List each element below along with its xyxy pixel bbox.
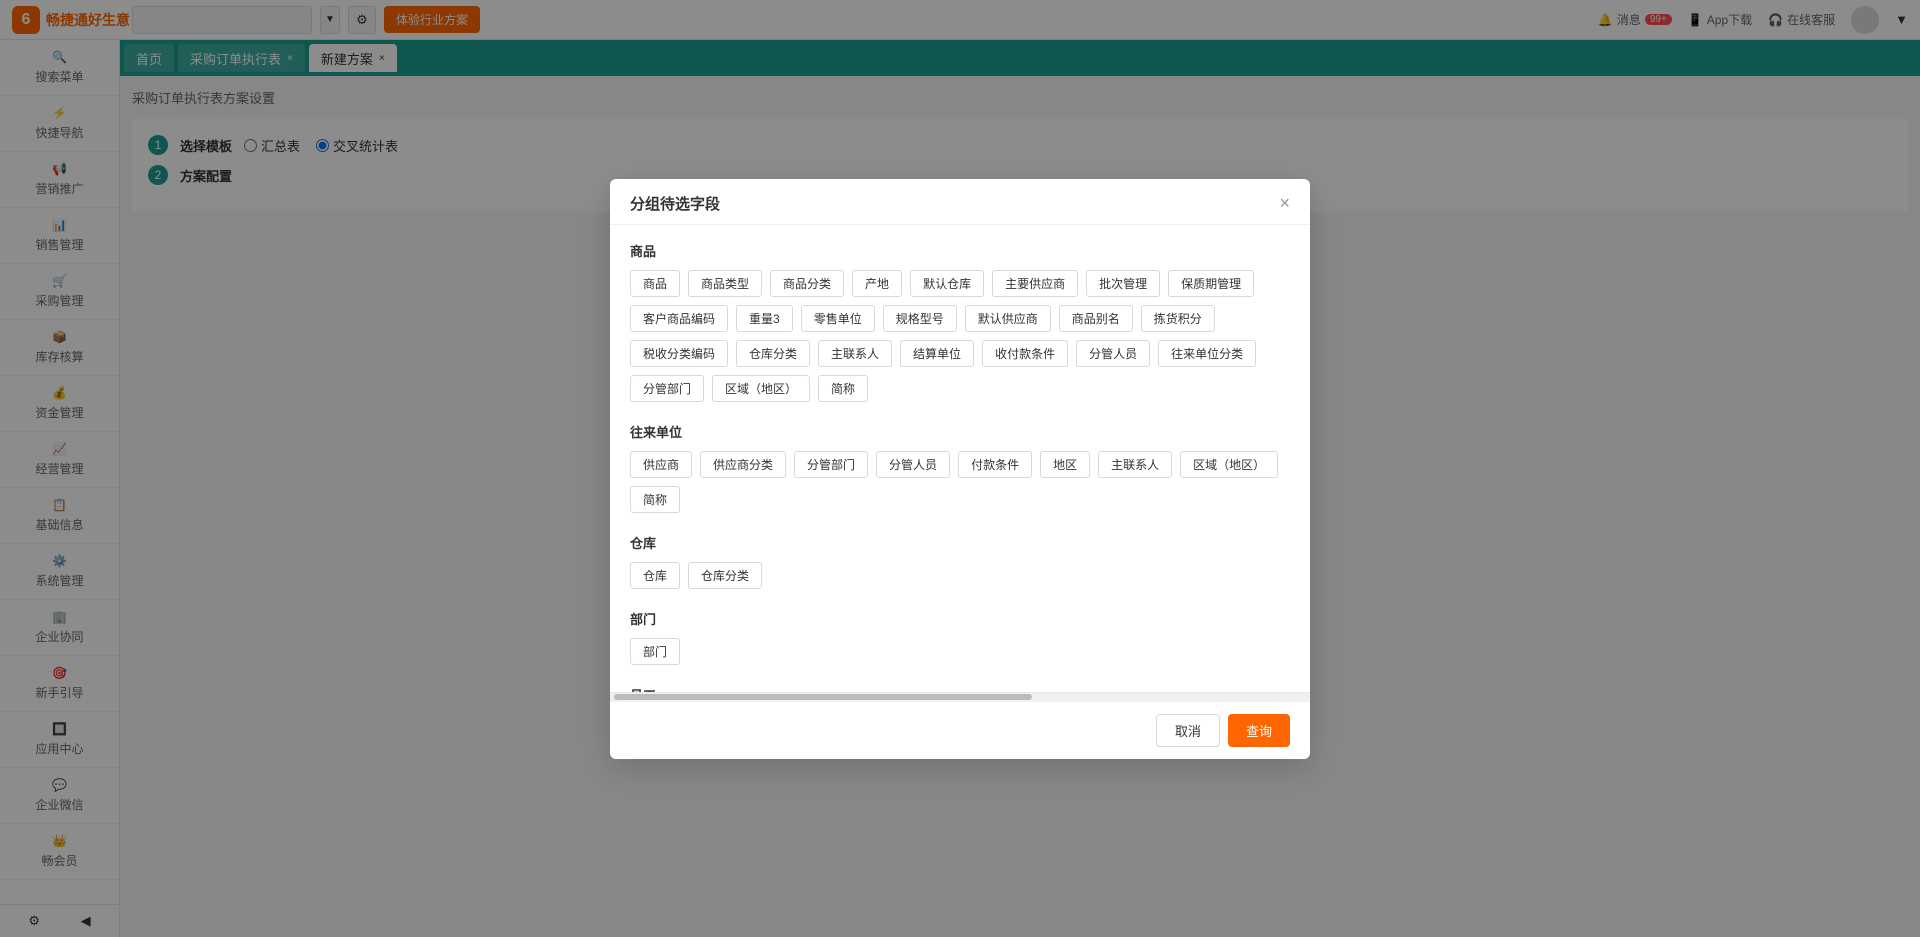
field-tag[interactable]: 保质期管理: [1168, 270, 1254, 297]
field-tag[interactable]: 税收分类编码: [630, 340, 728, 367]
field-tag[interactable]: 批次管理: [1086, 270, 1160, 297]
modal-hscroll[interactable]: [610, 692, 1310, 700]
field-tag[interactable]: 主联系人: [1098, 451, 1172, 478]
section-warehouse: 仓库 仓库仓库分类: [630, 533, 1290, 589]
field-tag[interactable]: 供应商: [630, 451, 692, 478]
field-tag[interactable]: 重量3: [736, 305, 793, 332]
field-tag[interactable]: 商品别名: [1059, 305, 1133, 332]
field-tag[interactable]: 仓库: [630, 562, 680, 589]
section-warehouse-tags: 仓库仓库分类: [630, 562, 1290, 589]
field-tag[interactable]: 默认仓库: [910, 270, 984, 297]
field-tag[interactable]: 付款条件: [958, 451, 1032, 478]
field-tag[interactable]: 主联系人: [818, 340, 892, 367]
modal-header: 分组待选字段 ×: [610, 179, 1310, 225]
field-tag[interactable]: 分管部门: [794, 451, 868, 478]
section-department: 部门 部门: [630, 609, 1290, 665]
section-warehouse-title: 仓库: [630, 533, 1290, 552]
section-employee-title: 员工: [630, 685, 1290, 693]
modal-body: 商品 商品商品类型商品分类产地默认仓库主要供应商批次管理保质期管理客户商品编码重…: [610, 225, 1310, 693]
field-tag[interactable]: 简称: [818, 375, 868, 402]
field-tag[interactable]: 产地: [852, 270, 902, 297]
field-tag[interactable]: 拣货积分: [1141, 305, 1215, 332]
field-tag[interactable]: 分管部门: [630, 375, 704, 402]
field-tag[interactable]: 结算单位: [900, 340, 974, 367]
field-tag[interactable]: 区域（地区）: [712, 375, 810, 402]
section-employee: 员工 业务员: [630, 685, 1290, 693]
section-product-tags: 商品商品类型商品分类产地默认仓库主要供应商批次管理保质期管理客户商品编码重量3 零…: [630, 270, 1290, 402]
section-department-title: 部门: [630, 609, 1290, 628]
field-tag[interactable]: 商品分类: [770, 270, 844, 297]
field-tag[interactable]: 分管人员: [1076, 340, 1150, 367]
section-partner-title: 往来单位: [630, 422, 1290, 441]
field-tag[interactable]: 商品: [630, 270, 680, 297]
field-select-modal: 分组待选字段 × 商品 商品商品类型商品分类产地默认仓库主要供应商批次管理保质期…: [610, 179, 1310, 759]
field-tag[interactable]: 供应商分类: [700, 451, 786, 478]
modal-overlay: 分组待选字段 × 商品 商品商品类型商品分类产地默认仓库主要供应商批次管理保质期…: [0, 0, 1920, 937]
field-tag[interactable]: 往来单位分类: [1158, 340, 1256, 367]
field-tag[interactable]: 简称: [630, 486, 680, 513]
section-department-tags: 部门: [630, 638, 1290, 665]
field-tag[interactable]: 默认供应商: [965, 305, 1051, 332]
field-tag[interactable]: 客户商品编码: [630, 305, 728, 332]
field-tag[interactable]: 仓库分类: [736, 340, 810, 367]
field-tag[interactable]: 规格型号: [883, 305, 957, 332]
section-product: 商品 商品商品类型商品分类产地默认仓库主要供应商批次管理保质期管理客户商品编码重…: [630, 241, 1290, 402]
field-tag[interactable]: 主要供应商: [992, 270, 1078, 297]
field-tag[interactable]: 零售单位: [801, 305, 875, 332]
modal-confirm-button[interactable]: 查询: [1228, 714, 1290, 747]
field-tag[interactable]: 区域（地区）: [1180, 451, 1278, 478]
modal-cancel-button[interactable]: 取消: [1156, 714, 1220, 747]
field-tag[interactable]: 部门: [630, 638, 680, 665]
field-tag[interactable]: 商品类型: [688, 270, 762, 297]
section-partner: 往来单位 供应商供应商分类分管部门分管人员付款条件地区主联系人区域（地区） 简称: [630, 422, 1290, 513]
section-partner-tags: 供应商供应商分类分管部门分管人员付款条件地区主联系人区域（地区） 简称: [630, 451, 1290, 513]
field-tag[interactable]: 地区: [1040, 451, 1090, 478]
field-tag[interactable]: 分管人员: [876, 451, 950, 478]
modal-title: 分组待选字段: [630, 193, 720, 214]
field-tag[interactable]: 仓库分类: [688, 562, 762, 589]
field-tag[interactable]: 收付款条件: [982, 340, 1068, 367]
modal-footer: 取消 查询: [610, 701, 1310, 759]
section-product-title: 商品: [630, 241, 1290, 260]
modal-close-button[interactable]: ×: [1279, 194, 1290, 212]
